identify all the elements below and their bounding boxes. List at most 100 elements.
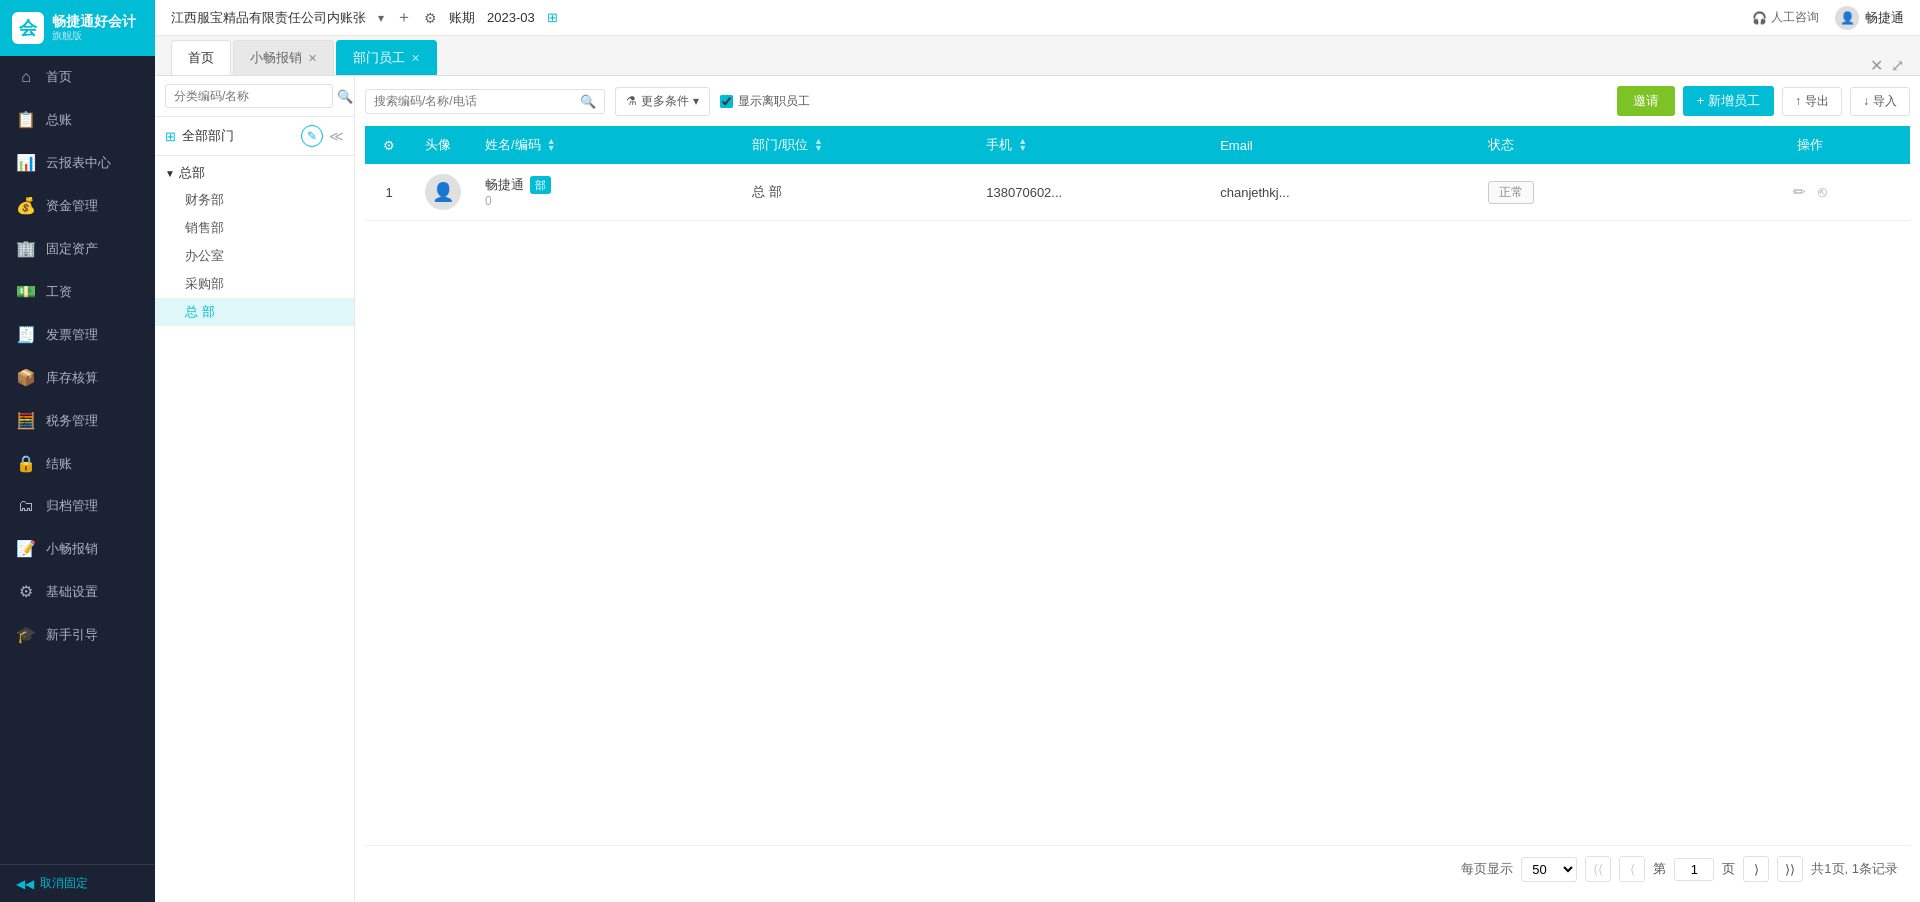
close-tab-icon[interactable]: ✕ (1870, 56, 1883, 75)
dept-collapse-icon[interactable]: ≪ (329, 128, 344, 144)
tabbar-actions: ✕ ⤢ (1870, 56, 1904, 75)
col-action: 操作 (1709, 126, 1910, 164)
page-unit: 页 (1722, 860, 1735, 878)
employee-table-wrap: ⚙ 头像 姓名/编码 ▲▼ 部门/职位 (365, 126, 1910, 845)
logout-employee-button[interactable]: ⎋ (1818, 183, 1827, 200)
export-button[interactable]: ↑ 导出 (1782, 87, 1842, 116)
page-prev-button[interactable]: ⟨ (1619, 856, 1645, 882)
sidebar-item-ledger[interactable]: 📋总账 (0, 98, 155, 141)
period-label: 账期 (449, 9, 475, 27)
tab-employees-close[interactable]: ✕ (411, 52, 420, 65)
tab-expense[interactable]: 小畅报销 ✕ (233, 40, 334, 75)
invite-button[interactable]: 邀请 (1617, 86, 1675, 116)
archive-icon: 🗂 (16, 497, 36, 515)
sidebar-item-payroll[interactable]: 💵工资 (0, 270, 155, 313)
tabbar: 首页 小畅报销 ✕ 部门员工 ✕ ✕ ⤢ (155, 36, 1920, 76)
filter-more-button[interactable]: ⚗ 更多条件 ▾ (615, 87, 710, 116)
page-total: 共1页, 1条记录 (1811, 860, 1898, 878)
dept-child-purchase[interactable]: 采购部 (155, 270, 354, 298)
page-input[interactable] (1674, 858, 1714, 881)
sidebar-item-funds[interactable]: 💰资金管理 (0, 184, 155, 227)
col-name[interactable]: 姓名/编码 ▲▼ (473, 126, 740, 164)
dept-group-arrow: ▼ (165, 168, 175, 179)
invoice-icon: 🧾 (16, 325, 36, 344)
user-menu[interactable]: 👤 畅捷通 (1835, 6, 1904, 30)
sidebar-item-settings[interactable]: ⚙基础设置 (0, 570, 155, 613)
payroll-icon: 💵 (16, 282, 36, 301)
headset-icon: 🎧 (1752, 11, 1767, 25)
dept-search-input[interactable] (165, 84, 333, 108)
content-area: 🔍 ⊞ 全部部门 ✎ ≪ ▼ 总部 财务部 销售部 办公室 采购部 总 部 (155, 76, 1920, 902)
support-button[interactable]: 🎧 人工咨询 (1752, 9, 1819, 26)
sidebar-item-invoice[interactable]: 🧾发票管理 (0, 313, 155, 356)
expense-icon: 📝 (16, 539, 36, 558)
tab-expense-close[interactable]: ✕ (308, 52, 317, 65)
edit-employee-button[interactable]: ✏ (1793, 183, 1806, 200)
topbar: 江西服宝精品有限责任公司内账张 ▾ ＋ ⚙ 账期 2023-03 ⊞ 🎧 人工咨… (155, 0, 1920, 36)
sidebar-item-expense[interactable]: 📝小畅报销 (0, 527, 155, 570)
page-label: 第 (1653, 860, 1666, 878)
col-phone[interactable]: 手机 ▲▼ (974, 126, 1208, 164)
add-company-button[interactable]: ＋ (396, 7, 412, 28)
page-size-label: 每页显示 (1461, 860, 1513, 878)
show-resigned-checkbox[interactable]: 显示离职员工 (720, 93, 810, 110)
sidebar-item-home[interactable]: ⌂首页 (0, 56, 155, 98)
employee-search-input[interactable] (374, 94, 580, 108)
dept-child-sales[interactable]: 销售部 (155, 214, 354, 242)
period-value: 2023-03 (487, 10, 535, 25)
dept-edit-button[interactable]: ✎ (301, 125, 323, 147)
closing-icon: 🔒 (16, 454, 36, 473)
logo-icon: 会 (12, 12, 44, 44)
inventory-icon: 📦 (16, 368, 36, 387)
toolbar-right: 邀请 + 新增员工 ↑ 导出 ↓ 导入 (1617, 86, 1910, 116)
col-settings[interactable]: ⚙ (365, 126, 413, 164)
sidebar-item-archive[interactable]: 🗂归档管理 (0, 485, 155, 527)
dept-search-box: 🔍 (155, 76, 354, 117)
import-button[interactable]: ↓ 导入 (1850, 87, 1910, 116)
col-dept[interactable]: 部门/职位 ▲▼ (740, 126, 974, 164)
col-email: Email (1208, 126, 1475, 164)
cell-email: chanjethkj... (1208, 164, 1475, 221)
settings-icon: ⚙ (16, 582, 36, 601)
employee-code: 0 (485, 194, 728, 208)
employee-search-icon[interactable]: 🔍 (580, 94, 596, 109)
dept-child-general[interactable]: 总 部 (155, 298, 354, 326)
add-employee-button[interactable]: + 新增员工 (1683, 86, 1774, 116)
cell-phone: 138070602... (974, 164, 1208, 221)
page-last-button[interactable]: ⟩⟩ (1777, 856, 1803, 882)
expand-tab-icon[interactable]: ⤢ (1891, 56, 1904, 75)
sidebar-footer-unpin[interactable]: ◀◀ 取消固定 (0, 864, 155, 902)
sidebar-item-inventory[interactable]: 📦库存核算 (0, 356, 155, 399)
page-first-button[interactable]: ⟨⟨ (1585, 856, 1611, 882)
dept-tree: ▼ 总部 财务部 销售部 办公室 采购部 总 部 (155, 156, 354, 902)
show-resigned-input[interactable] (720, 95, 733, 108)
dept-child-office[interactable]: 办公室 (155, 242, 354, 270)
dept-group-root[interactable]: ▼ 总部 (155, 160, 354, 186)
sidebar-item-tax[interactable]: 🧮税务管理 (0, 399, 155, 442)
sidebar-item-guide[interactable]: 🎓新手引导 (0, 613, 155, 656)
sidebar-item-closing[interactable]: 🔒结账 (0, 442, 155, 485)
settings-icon[interactable]: ⚙ (424, 10, 437, 26)
calendar-icon[interactable]: ⊞ (547, 10, 558, 25)
cell-avatar: 👤 (413, 164, 473, 221)
topbar-right: 🎧 人工咨询 👤 畅捷通 (1752, 6, 1904, 30)
company-name: 江西服宝精品有限责任公司内账张 (171, 9, 366, 27)
sidebar-item-assets[interactable]: 🏢固定资产 (0, 227, 155, 270)
sidebar-item-reports[interactable]: 📊云报表中心 (0, 141, 155, 184)
employee-panel: 🔍 ⚗ 更多条件 ▾ 显示离职员工 邀请 + 新增员工 ↑ 导出 (355, 76, 1920, 902)
filter-icon: ⚗ (626, 94, 637, 108)
tab-home-label: 首页 (188, 49, 214, 67)
home-icon: ⌂ (16, 68, 36, 86)
funds-icon: 💰 (16, 196, 36, 215)
employee-table: ⚙ 头像 姓名/编码 ▲▼ 部门/职位 (365, 126, 1910, 221)
page-size-select[interactable]: 50 10 20 100 (1521, 857, 1577, 882)
page-next-button[interactable]: ⟩ (1743, 856, 1769, 882)
main-area: 江西服宝精品有限责任公司内账张 ▾ ＋ ⚙ 账期 2023-03 ⊞ 🎧 人工咨… (155, 0, 1920, 902)
tab-home[interactable]: 首页 (171, 40, 231, 75)
company-dropdown-icon[interactable]: ▾ (378, 11, 384, 25)
logo-text: 畅捷通好会计 旗舰版 (52, 13, 136, 44)
dept-search-icon[interactable]: 🔍 (337, 89, 353, 104)
tab-employees[interactable]: 部门员工 ✕ (336, 40, 437, 75)
dept-child-finance[interactable]: 财务部 (155, 186, 354, 214)
tab-employees-label: 部门员工 (353, 49, 405, 67)
